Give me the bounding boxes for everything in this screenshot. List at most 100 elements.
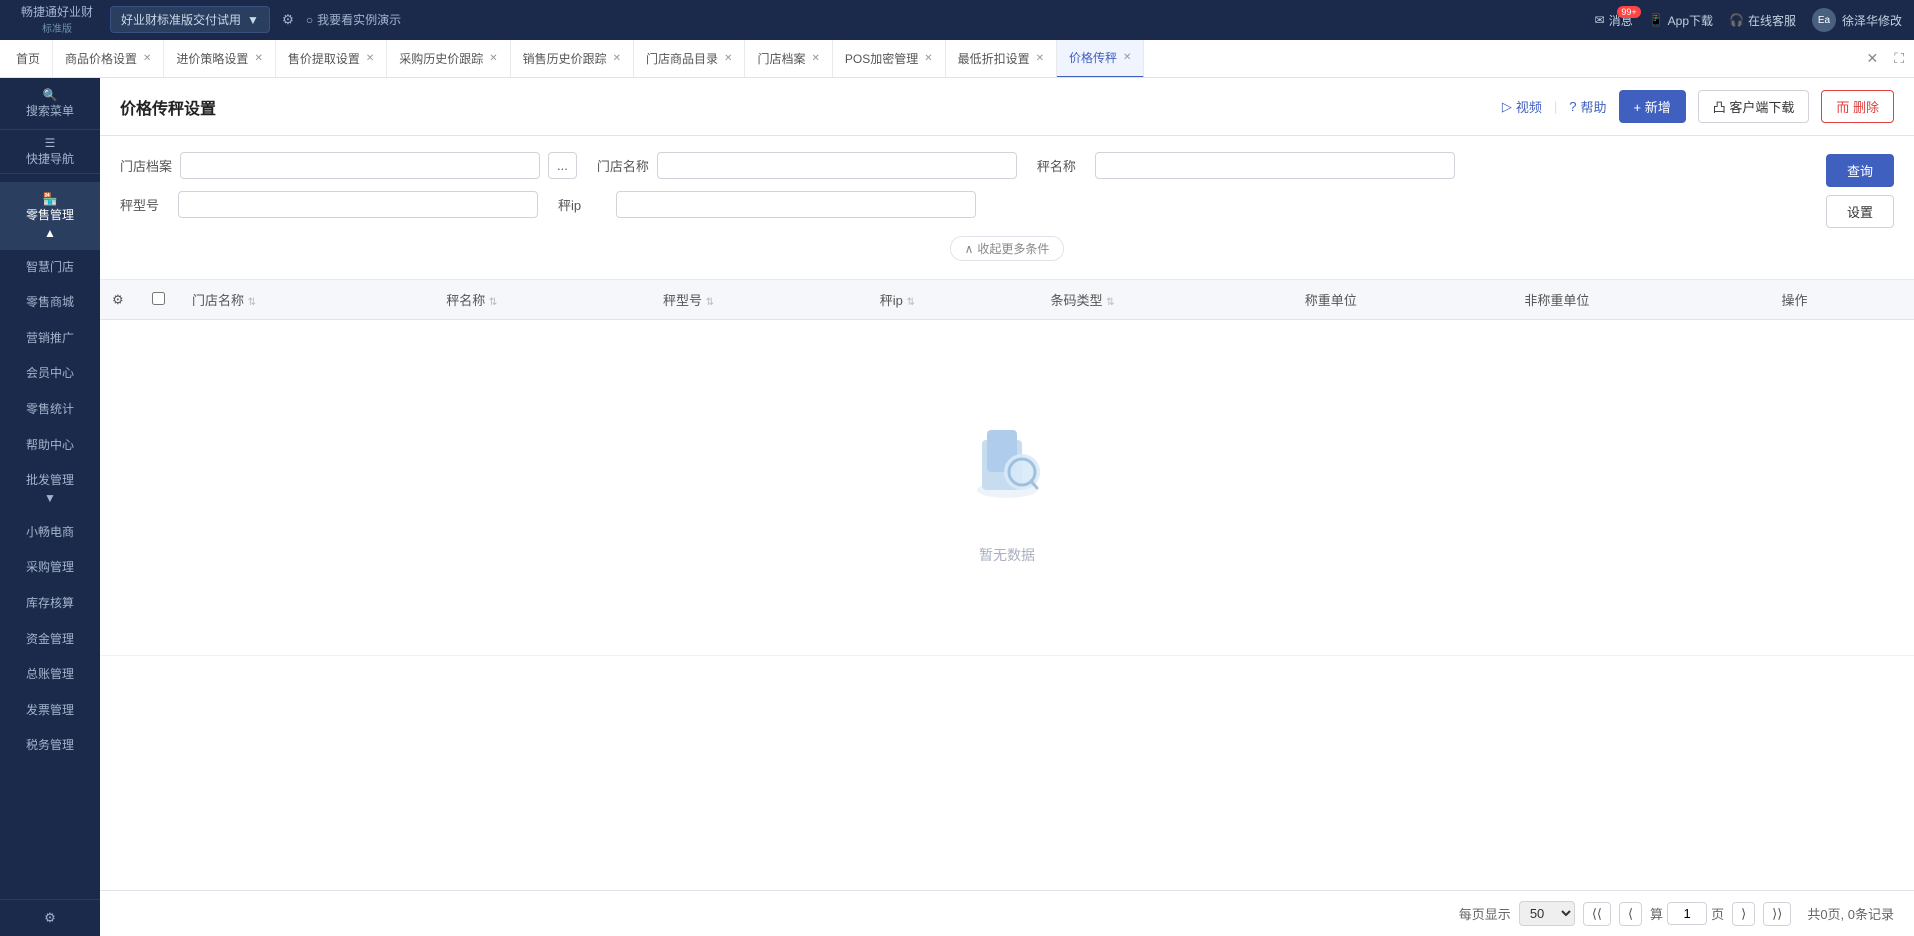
sidebar-item-inventory[interactable]: 库存核算 bbox=[0, 586, 100, 622]
scale-ip-input[interactable] bbox=[616, 191, 976, 218]
sidebar-search-label: 搜索菜单 bbox=[8, 102, 92, 119]
filter-row-2: 秤型号 秤ip bbox=[120, 191, 1806, 218]
sidebar-item-ecommerce[interactable]: 小畅电商 bbox=[0, 515, 100, 551]
sidebar-item-member-center[interactable]: 会员中心 bbox=[0, 356, 100, 392]
th-checkbox bbox=[140, 280, 180, 320]
video-link[interactable]: ▷ 视频 bbox=[1502, 97, 1542, 116]
page-input[interactable] bbox=[1667, 902, 1707, 925]
sidebar-item-marketing[interactable]: 营销推广 bbox=[0, 321, 100, 357]
tab-purchase-strategy-close[interactable]: ✕ bbox=[254, 53, 262, 64]
search-icon: 🔍 bbox=[43, 88, 58, 102]
tab-purchase-history[interactable]: 采购历史价跟踪 ✕ bbox=[387, 40, 510, 78]
sidebar-item-finance[interactable]: 资金管理 bbox=[0, 622, 100, 658]
help-icon: ? bbox=[1569, 99, 1576, 114]
tab-price-setting-close[interactable]: ✕ bbox=[143, 53, 151, 64]
sidebar: 🔍 搜索菜单 ☰ 快捷导航 🏪 零售管理 ▲ 智慧门店 零售商城 bbox=[0, 78, 100, 936]
chevron-down-icon: ▼ bbox=[247, 13, 259, 27]
tab-purchase-history-close[interactable]: ✕ bbox=[489, 53, 497, 64]
message-button[interactable]: ✉ 消息 99+ bbox=[1595, 12, 1633, 29]
tab-pos-manage-close[interactable]: ✕ bbox=[924, 53, 932, 64]
download-button[interactable]: 凸 客户端下载 bbox=[1698, 90, 1810, 123]
sidebar-ecommerce-label: 小畅电商 bbox=[26, 525, 74, 541]
th-operation-label: 操作 bbox=[1781, 293, 1807, 308]
help-link[interactable]: ? 帮助 bbox=[1569, 97, 1606, 116]
page-label: 算 bbox=[1650, 904, 1663, 923]
phone-icon: 📱 bbox=[1649, 13, 1664, 27]
scale-model-input[interactable] bbox=[178, 191, 538, 218]
sidebar-item-help-center[interactable]: 帮助中心 bbox=[0, 428, 100, 464]
scale-name-input[interactable] bbox=[1095, 152, 1455, 179]
tab-sale-extract-close[interactable]: ✕ bbox=[366, 53, 374, 64]
tab-pos-manage[interactable]: POS加密管理 ✕ bbox=[833, 40, 946, 78]
th-settings[interactable]: ⚙ bbox=[100, 280, 140, 320]
main-layout: 🔍 搜索菜单 ☰ 快捷导航 🏪 零售管理 ▲ 智慧门店 零售商城 bbox=[0, 78, 1914, 936]
filter-row-1: 门店档案 ... 门店名称 秤名称 bbox=[120, 152, 1806, 179]
store-file-input[interactable] bbox=[180, 152, 540, 179]
sidebar-search[interactable]: 🔍 搜索菜单 bbox=[0, 78, 100, 130]
th-weight-unit: 称重单位 bbox=[1293, 280, 1513, 320]
tab-store-catalog[interactable]: 门店商品目录 ✕ bbox=[634, 40, 745, 78]
user-area[interactable]: Ea 徐泽华修改 bbox=[1812, 8, 1902, 32]
tab-close-all-button[interactable]: ✕ bbox=[1860, 46, 1884, 71]
sidebar-item-smart-store[interactable]: 智慧门店 bbox=[0, 250, 100, 286]
demo-link[interactable]: ○ 我要看实例演示 bbox=[306, 11, 401, 28]
page-info: 算 页 bbox=[1650, 902, 1724, 925]
tab-sale-history-close[interactable]: ✕ bbox=[613, 53, 621, 64]
tab-min-discount-close[interactable]: ✕ bbox=[1036, 53, 1044, 64]
sidebar-item-tax[interactable]: 税务管理 bbox=[0, 728, 100, 764]
prev-page-button[interactable]: ⟨ bbox=[1619, 902, 1642, 926]
sidebar-item-wholesale[interactable]: 批发管理 ▼ bbox=[0, 463, 100, 515]
page-title: 价格传秤设置 bbox=[120, 95, 216, 119]
tab-expand-button[interactable]: ⛶ bbox=[1888, 46, 1910, 71]
empty-cell: 暂无数据 bbox=[100, 320, 1914, 656]
tab-store-file[interactable]: 门店档案 ✕ bbox=[745, 40, 832, 78]
next-page-button[interactable]: ⟩ bbox=[1732, 902, 1755, 926]
last-page-button[interactable]: ⟩⟩ bbox=[1763, 902, 1791, 926]
tab-store-file-close[interactable]: ✕ bbox=[811, 53, 819, 64]
tab-home[interactable]: 首页 bbox=[4, 40, 53, 78]
add-button[interactable]: + 新增 bbox=[1619, 90, 1686, 123]
tab-price-setting[interactable]: 商品价格设置 ✕ bbox=[53, 40, 164, 78]
logo-area: 畅捷通好业财 标准版 bbox=[12, 5, 102, 34]
online-service-button[interactable]: 🎧 在线客服 bbox=[1729, 12, 1796, 29]
tab-price-scale[interactable]: 价格传秤 ✕ bbox=[1057, 40, 1144, 78]
select-all-checkbox[interactable] bbox=[152, 292, 165, 305]
app-download-label: App下载 bbox=[1668, 12, 1713, 29]
collapse-button[interactable]: ∧ 收起更多条件 bbox=[950, 236, 1065, 261]
tab-store-catalog-close[interactable]: ✕ bbox=[724, 53, 732, 64]
version-selector[interactable]: 好业财标准版交付试用 ▼ bbox=[110, 6, 270, 33]
sidebar-gear-icon[interactable]: ⚙ bbox=[44, 910, 56, 925]
app-container: 畅捷通好业财 标准版 好业财标准版交付试用 ▼ ⚙ ○ 我要看实例演示 ✉ 消息… bbox=[0, 0, 1914, 936]
tab-price-scale-close[interactable]: ✕ bbox=[1123, 52, 1131, 63]
store-name-input[interactable] bbox=[657, 152, 1017, 179]
tab-sale-extract-label: 售价提取设置 bbox=[288, 50, 360, 67]
th-barcode-type-label: 条码类型 bbox=[1051, 293, 1103, 308]
sidebar-retail-stats-label: 零售统计 bbox=[26, 402, 74, 418]
sidebar-item-purchase[interactable]: 采购管理 bbox=[0, 550, 100, 586]
per-page-select[interactable]: 50 10 20 100 bbox=[1519, 901, 1575, 926]
set-button[interactable]: 设置 bbox=[1826, 195, 1894, 228]
first-page-button[interactable]: ⟨⟨ bbox=[1583, 902, 1611, 926]
query-button[interactable]: 查询 bbox=[1826, 154, 1894, 187]
sidebar-item-retail-mall[interactable]: 零售商城 bbox=[0, 285, 100, 321]
sidebar-item-accounting[interactable]: 总账管理 bbox=[0, 657, 100, 693]
sidebar-retail-mall-label: 零售商城 bbox=[26, 295, 74, 311]
sidebar-help-center-label: 帮助中心 bbox=[26, 438, 74, 454]
th-scale-name: 秤名称 ⇅ bbox=[434, 280, 651, 320]
delete-button[interactable]: 而 删除 bbox=[1821, 90, 1894, 123]
settings-button[interactable]: ⚙ bbox=[278, 8, 298, 32]
sidebar-item-invoice[interactable]: 发票管理 bbox=[0, 693, 100, 729]
tab-purchase-strategy[interactable]: 进价策略设置 ✕ bbox=[164, 40, 275, 78]
separator: | bbox=[1554, 99, 1557, 114]
online-service-label: 在线客服 bbox=[1748, 12, 1796, 29]
store-file-select-btn[interactable]: ... bbox=[548, 152, 577, 179]
sidebar-quick-nav[interactable]: ☰ 快捷导航 bbox=[0, 130, 100, 174]
tab-sale-history[interactable]: 销售历史价跟踪 ✕ bbox=[511, 40, 634, 78]
app-download-button[interactable]: 📱 App下载 bbox=[1649, 12, 1713, 29]
sidebar-item-retail-stats[interactable]: 零售统计 bbox=[0, 392, 100, 428]
sidebar-item-retail-manage[interactable]: 🏪 零售管理 ▲ bbox=[0, 182, 100, 250]
empty-state: 暂无数据 bbox=[112, 330, 1902, 645]
tab-min-discount[interactable]: 最低折扣设置 ✕ bbox=[946, 40, 1057, 78]
tab-sale-extract[interactable]: 售价提取设置 ✕ bbox=[276, 40, 387, 78]
add-label: + 新增 bbox=[1634, 97, 1671, 116]
